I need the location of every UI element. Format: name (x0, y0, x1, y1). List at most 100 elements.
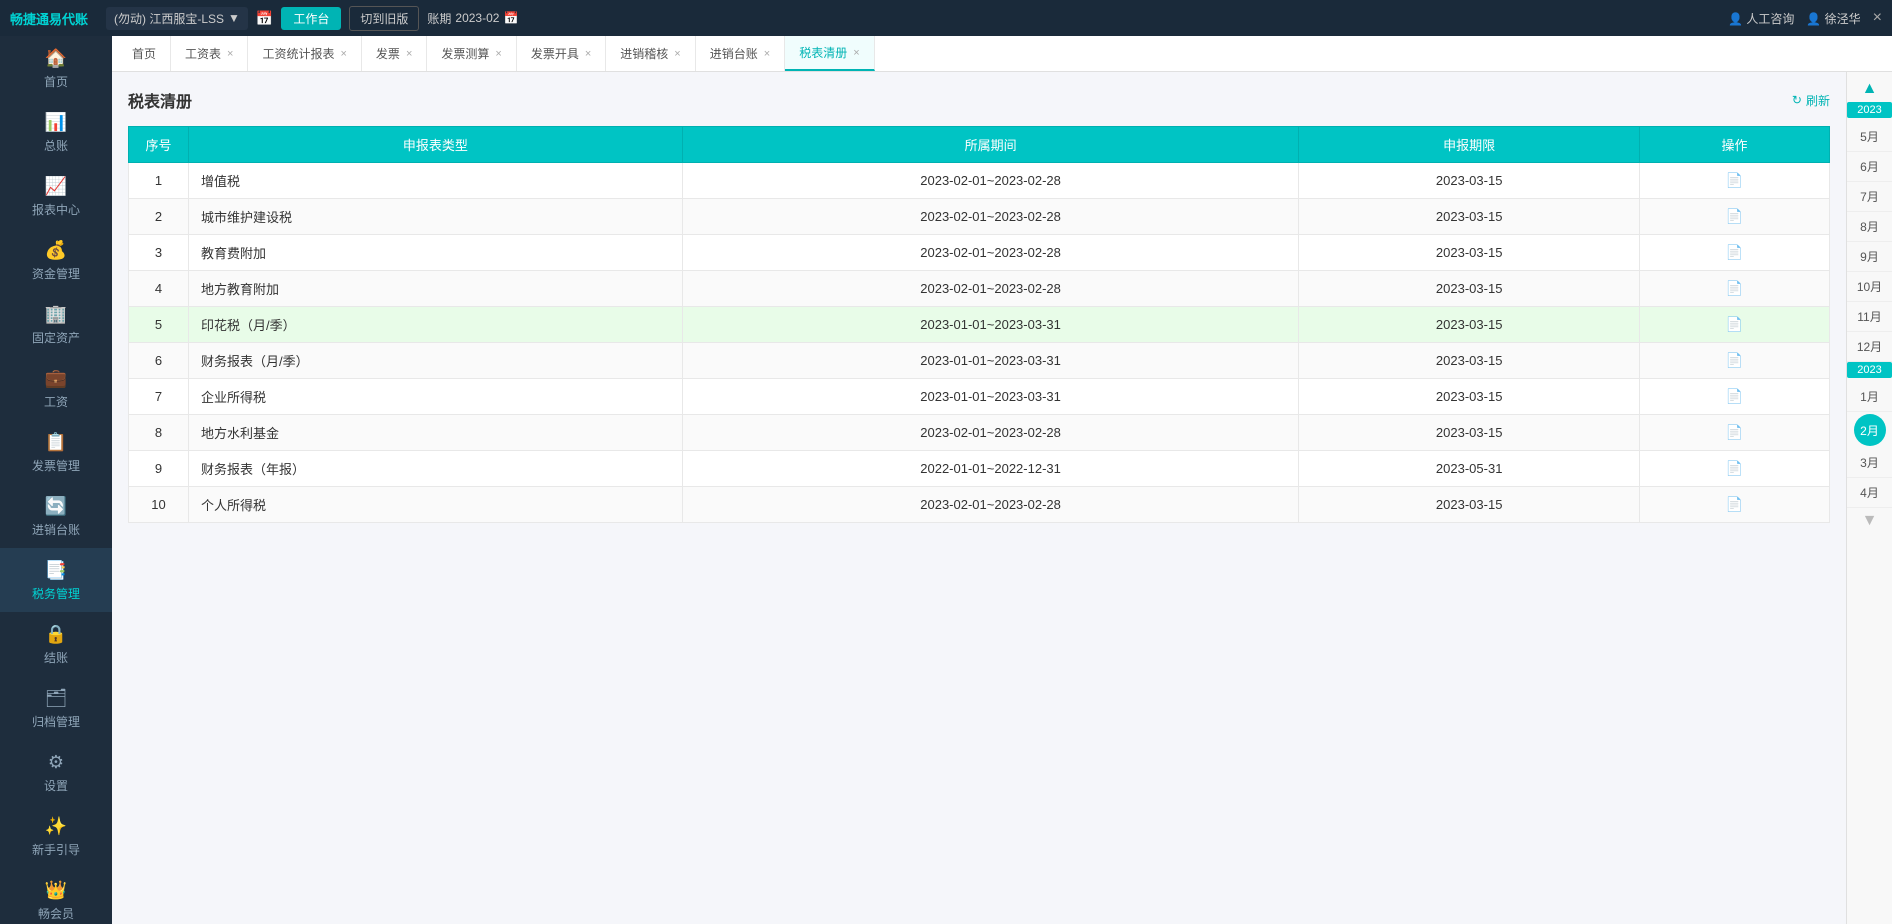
tab-purchase-check-label: 进销稽核 (620, 45, 668, 62)
old-version-button[interactable]: 切到旧版 (349, 6, 419, 31)
sidebar-item-home[interactable]: 🏠 首页 (0, 36, 112, 100)
sidebar-item-report[interactable]: 📈 报表中心 (0, 164, 112, 228)
action-icon[interactable]: 📄 (1726, 424, 1743, 440)
tab-wage-report-label: 工资统计报表 (262, 45, 334, 62)
tab-invoice[interactable]: 发票 × (362, 36, 427, 71)
cell-no: 8 (129, 415, 189, 451)
tab-wages-label: 工资表 (185, 45, 221, 62)
cell-period: 2023-01-01~2023-03-31 (682, 379, 1299, 415)
sidebar-label-home: 首页 (44, 73, 68, 90)
sidebar-item-guide[interactable]: ✨ 新手引导 (0, 804, 112, 868)
tab-home[interactable]: 首页 (122, 36, 171, 71)
tab-purchase-check[interactable]: 进销稽核 × (606, 36, 695, 71)
sidebar-item-wage[interactable]: 💼 工资 (0, 356, 112, 420)
tab-wages[interactable]: 工资表 × (171, 36, 248, 71)
tab-wage-report-close[interactable]: × (340, 48, 346, 60)
cell-action: 📄 (1640, 415, 1830, 451)
month-2023-03[interactable]: 3月 (1847, 448, 1892, 478)
sidebar-item-purchase[interactable]: 🔄 进销台账 (0, 484, 112, 548)
tab-wage-report[interactable]: 工资统计报表 × (248, 36, 361, 71)
tab-purchase-ledger-close[interactable]: × (764, 48, 770, 60)
sidebar-item-fund[interactable]: 💰 资金管理 (0, 228, 112, 292)
month-2022-11[interactable]: 11月 (1847, 302, 1892, 332)
sidebar-label-ledger: 总账 (44, 137, 68, 154)
action-icon[interactable]: 📄 (1726, 460, 1743, 476)
month-2022-07[interactable]: 7月 (1847, 182, 1892, 212)
month-2022-10[interactable]: 10月 (1847, 272, 1892, 302)
sidebar-item-asset[interactable]: 🏢 固定资产 (0, 292, 112, 356)
col-period: 所属期间 (682, 127, 1299, 163)
table-row: 7 企业所得税 2023-01-01~2023-03-31 2023-03-15… (129, 379, 1830, 415)
month-2023-04[interactable]: 4月 (1847, 478, 1892, 508)
action-icon[interactable]: 📄 (1726, 388, 1743, 404)
tab-invoice-open[interactable]: 发票开具 × (517, 36, 606, 71)
col-deadline: 申报期限 (1299, 127, 1640, 163)
workbench-button[interactable]: 工作台 (281, 7, 341, 30)
month-2022-09[interactable]: 9月 (1847, 242, 1892, 272)
cell-no: 6 (129, 343, 189, 379)
content-area: 首页 工资表 × 工资统计报表 × 发票 × 发票测算 × 发票开具 × (112, 36, 1892, 924)
tab-purchase-check-close[interactable]: × (674, 48, 680, 60)
sidebar-item-tax[interactable]: 📑 税务管理 (0, 548, 112, 612)
company-name: (勿动) 江西服宝-LSS (114, 10, 224, 27)
table-header-row: 序号 申报表类型 所属期间 申报期限 操作 (129, 127, 1830, 163)
refresh-icon: ↻ (1792, 93, 1802, 107)
invoice-icon: 📋 (45, 432, 67, 453)
action-icon[interactable]: 📄 (1726, 352, 1743, 368)
sidebar-item-close[interactable]: 🔒 结账 (0, 612, 112, 676)
cell-action: 📄 (1640, 271, 1830, 307)
sidebar-item-invoice[interactable]: 📋 发票管理 (0, 420, 112, 484)
cell-no: 3 (129, 235, 189, 271)
tab-wages-close[interactable]: × (227, 48, 233, 60)
user-info[interactable]: 👤 徐泾华 (1806, 10, 1860, 27)
month-2022-05[interactable]: 5月 (1847, 122, 1892, 152)
tab-tax-clear[interactable]: 税表清册 × (785, 36, 874, 71)
month-2022-06[interactable]: 6月 (1847, 152, 1892, 182)
sidebar-label-close: 结账 (44, 649, 68, 666)
cell-deadline: 2023-03-15 (1299, 271, 1640, 307)
action-icon[interactable]: 📄 (1726, 208, 1743, 224)
window-close-button[interactable]: × (1873, 9, 1882, 27)
sidebar-label-guide: 新手引导 (32, 841, 80, 858)
cell-action: 📄 (1640, 379, 1830, 415)
action-icon[interactable]: 📄 (1726, 172, 1743, 188)
refresh-button[interactable]: ↻ 刷新 (1792, 92, 1830, 109)
tab-invoice-open-close[interactable]: × (585, 48, 591, 60)
action-icon[interactable]: 📄 (1726, 280, 1743, 296)
sidebar-item-archive[interactable]: 🗂 归档管理 (0, 676, 112, 740)
sidebar-item-member[interactable]: 👑 畅会员 (0, 868, 112, 924)
company-selector[interactable]: (勿动) 江西服宝-LSS ▼ (106, 7, 248, 30)
cell-no: 10 (129, 487, 189, 523)
tab-invoice-calc-close[interactable]: × (495, 48, 501, 60)
tab-invoice-close[interactable]: × (406, 48, 412, 60)
sidebar-label-tax: 税务管理 (32, 585, 80, 602)
dropdown-icon: ▼ (228, 11, 240, 25)
page-content: 税表清册 ↻ 刷新 序号 申报表类型 所属期间 申报期限 操作 (112, 72, 1892, 924)
tab-purchase-ledger-label: 进销台账 (710, 45, 758, 62)
month-2023-01[interactable]: 1月 (1847, 382, 1892, 412)
action-icon[interactable]: 📄 (1726, 316, 1743, 332)
table-row: 8 地方水利基金 2023-02-01~2023-02-28 2023-03-1… (129, 415, 1830, 451)
cell-type: 印花税（月/季） (189, 307, 683, 343)
calendar-nav-up[interactable]: ▲ (1858, 76, 1882, 102)
col-no: 序号 (129, 127, 189, 163)
sidebar-item-settings[interactable]: ⚙ 设置 (0, 740, 112, 804)
tab-tax-clear-close[interactable]: × (853, 47, 859, 59)
sidebar-item-ledger[interactable]: 📊 总账 (0, 100, 112, 164)
cell-action: 📄 (1640, 343, 1830, 379)
month-2022-12[interactable]: 12月 (1847, 332, 1892, 362)
period-info: 账期 2023-02 📅 (427, 10, 518, 27)
table-row: 2 城市维护建设税 2023-02-01~2023-02-28 2023-03-… (129, 199, 1830, 235)
action-icon[interactable]: 📄 (1726, 496, 1743, 512)
action-icon[interactable]: 📄 (1726, 244, 1743, 260)
cell-type: 地方水利基金 (189, 415, 683, 451)
table-row: 9 财务报表（年报） 2022-01-01~2022-12-31 2023-05… (129, 451, 1830, 487)
tab-invoice-calc[interactable]: 发票测算 × (427, 36, 516, 71)
month-2022-08[interactable]: 8月 (1847, 212, 1892, 242)
calendar-icon: 📅 (256, 10, 273, 27)
month-2023-02[interactable]: 2月 (1854, 414, 1886, 446)
ai-consult[interactable]: 👤 人工咨询 (1728, 10, 1794, 27)
tab-purchase-ledger[interactable]: 进销台账 × (696, 36, 785, 71)
page-header: 税表清册 ↻ 刷新 (128, 88, 1830, 112)
calendar-nav-down[interactable]: ▼ (1858, 508, 1882, 534)
